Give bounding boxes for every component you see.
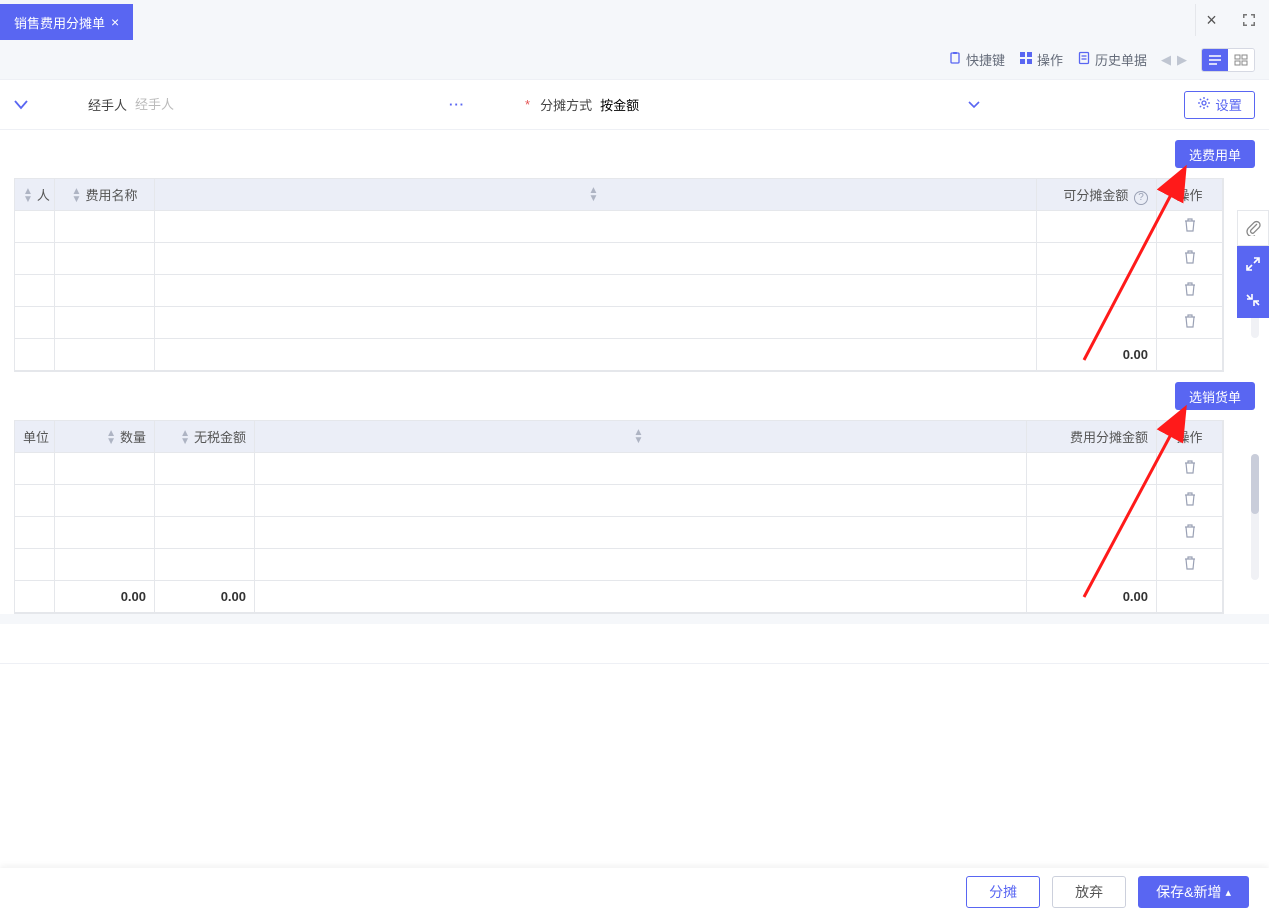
sales-total-alloc: 0.00: [1027, 581, 1157, 613]
expense-header-row: 人 费用名称 可分摊金额 ? 操作: [15, 179, 1223, 211]
sales-total-qty: 0.00: [55, 581, 155, 613]
sort-icon[interactable]: [180, 430, 190, 446]
handler-input[interactable]: [135, 97, 435, 112]
table-row[interactable]: [15, 517, 1223, 549]
col-operation: 操作: [1157, 421, 1223, 453]
nav-next-icon[interactable]: ▶: [1177, 52, 1187, 68]
settings-label: 设置: [1215, 95, 1242, 114]
trash-icon[interactable]: [1184, 218, 1196, 235]
handler-more-icon[interactable]: ···: [449, 97, 465, 112]
col-qty: 数量: [120, 430, 146, 445]
expense-section: 选费用单 人 费用名称 可分摊金额 ? 操作: [0, 130, 1269, 372]
save-new-button[interactable]: 保存&新增 ▴: [1138, 876, 1249, 908]
col-allocatable-amt: 可分摊金额: [1063, 188, 1128, 203]
table-row[interactable]: [15, 307, 1223, 339]
table-row[interactable]: [15, 275, 1223, 307]
table-row[interactable]: [15, 453, 1223, 485]
collapse-chevron-icon[interactable]: [14, 97, 28, 113]
shortcut-button[interactable]: 快捷键: [948, 50, 1005, 69]
trash-icon[interactable]: [1184, 556, 1196, 573]
sort-icon[interactable]: [106, 430, 116, 446]
nav-arrows: ◀ ▶: [1161, 52, 1187, 68]
sort-icon[interactable]: [634, 429, 644, 445]
tab-title: 销售费用分摊单: [14, 13, 105, 32]
table-row[interactable]: [15, 243, 1223, 275]
nav-prev-icon[interactable]: ◀: [1161, 52, 1171, 68]
document-icon: [1077, 51, 1091, 68]
col-notax: 无税金额: [194, 430, 246, 445]
operate-button[interactable]: 操作: [1019, 50, 1063, 69]
sort-icon[interactable]: [589, 187, 599, 203]
trash-icon[interactable]: [1184, 282, 1196, 299]
active-tab[interactable]: 销售费用分摊单 ×: [0, 4, 133, 40]
method-label: 分摊方式: [540, 95, 592, 114]
table-row[interactable]: [15, 485, 1223, 517]
operate-label: 操作: [1037, 50, 1063, 69]
side-float: [1237, 210, 1269, 318]
col-operation: 操作: [1157, 179, 1223, 211]
table-row[interactable]: [15, 211, 1223, 243]
select-sales-button[interactable]: 选销货单: [1175, 382, 1255, 410]
method-input[interactable]: [600, 97, 960, 112]
expense-total-row: 0.00: [15, 339, 1223, 371]
trash-icon[interactable]: [1184, 314, 1196, 331]
sort-icon[interactable]: [23, 188, 33, 204]
handler-field: 经手人 ···: [88, 95, 465, 114]
allocate-button[interactable]: 分摊: [966, 876, 1040, 908]
sales-header-row: 单位 数量 无税金额 费用分摊金额 操作: [15, 421, 1223, 453]
view-toggle: [1201, 48, 1255, 72]
footer-bar: 分摊 放弃 保存&新增 ▴: [0, 868, 1269, 916]
grid-icon: [1019, 51, 1033, 68]
trash-icon[interactable]: [1184, 250, 1196, 267]
gear-icon: [1197, 96, 1211, 113]
method-chevron-icon[interactable]: [968, 98, 980, 112]
handler-label: 经手人: [88, 95, 127, 114]
sales-table: 单位 数量 无税金额 费用分摊金额 操作 0.00 0.00: [14, 420, 1224, 614]
method-field: * 分摊方式: [525, 95, 980, 114]
save-new-label: 保存&新增: [1156, 882, 1221, 902]
trash-icon[interactable]: [1184, 524, 1196, 541]
expand-out-icon[interactable]: [1237, 246, 1269, 282]
clipboard-icon: [948, 51, 962, 68]
sales-total-notax: 0.00: [155, 581, 255, 613]
table-row[interactable]: [15, 549, 1223, 581]
page-toolbar: 快捷键 操作 历史单据 ◀ ▶: [0, 40, 1269, 80]
col-expense-name: 费用名称: [85, 188, 137, 203]
tab-bar: 销售费用分摊单 × ×: [0, 0, 1269, 40]
trash-icon[interactable]: [1184, 492, 1196, 509]
select-expense-button[interactable]: 选费用单: [1175, 140, 1255, 168]
col-person: 人: [37, 188, 50, 203]
discard-button[interactable]: 放弃: [1052, 876, 1126, 908]
sales-section: 选销货单 单位 数量 无税金额 费用分摊金额 操作: [0, 372, 1269, 614]
view-list-icon[interactable]: [1202, 49, 1228, 71]
sales-total-row: 0.00 0.00 0.00: [15, 581, 1223, 613]
help-icon[interactable]: ?: [1134, 191, 1148, 205]
scrollbar[interactable]: [1251, 454, 1259, 580]
form-row: 经手人 ··· * 分摊方式 设置: [0, 80, 1269, 130]
shortcut-label: 快捷键: [966, 50, 1005, 69]
expense-total-amt: 0.00: [1037, 339, 1157, 371]
history-button[interactable]: 历史单据: [1077, 50, 1147, 69]
expense-table: 人 费用名称 可分摊金额 ? 操作 0.00: [14, 178, 1224, 372]
chevron-up-icon: ▴: [1225, 886, 1231, 899]
col-unit: 单位: [23, 430, 49, 445]
attachment-icon[interactable]: [1237, 210, 1269, 246]
required-mark: *: [525, 97, 530, 112]
view-grid-icon[interactable]: [1228, 49, 1254, 71]
remark-area[interactable]: [0, 624, 1269, 664]
settings-button[interactable]: 设置: [1184, 91, 1255, 119]
history-label: 历史单据: [1095, 50, 1147, 69]
tab-close-icon[interactable]: ×: [111, 15, 119, 29]
section-gap: [0, 614, 1269, 624]
fullscreen-icon[interactable]: [1239, 10, 1259, 30]
expand-in-icon[interactable]: [1237, 282, 1269, 318]
page-close-button[interactable]: ×: [1195, 4, 1227, 36]
col-alloc-amt: 费用分摊金额: [1070, 430, 1148, 445]
sort-icon[interactable]: [72, 188, 82, 204]
trash-icon[interactable]: [1184, 460, 1196, 477]
